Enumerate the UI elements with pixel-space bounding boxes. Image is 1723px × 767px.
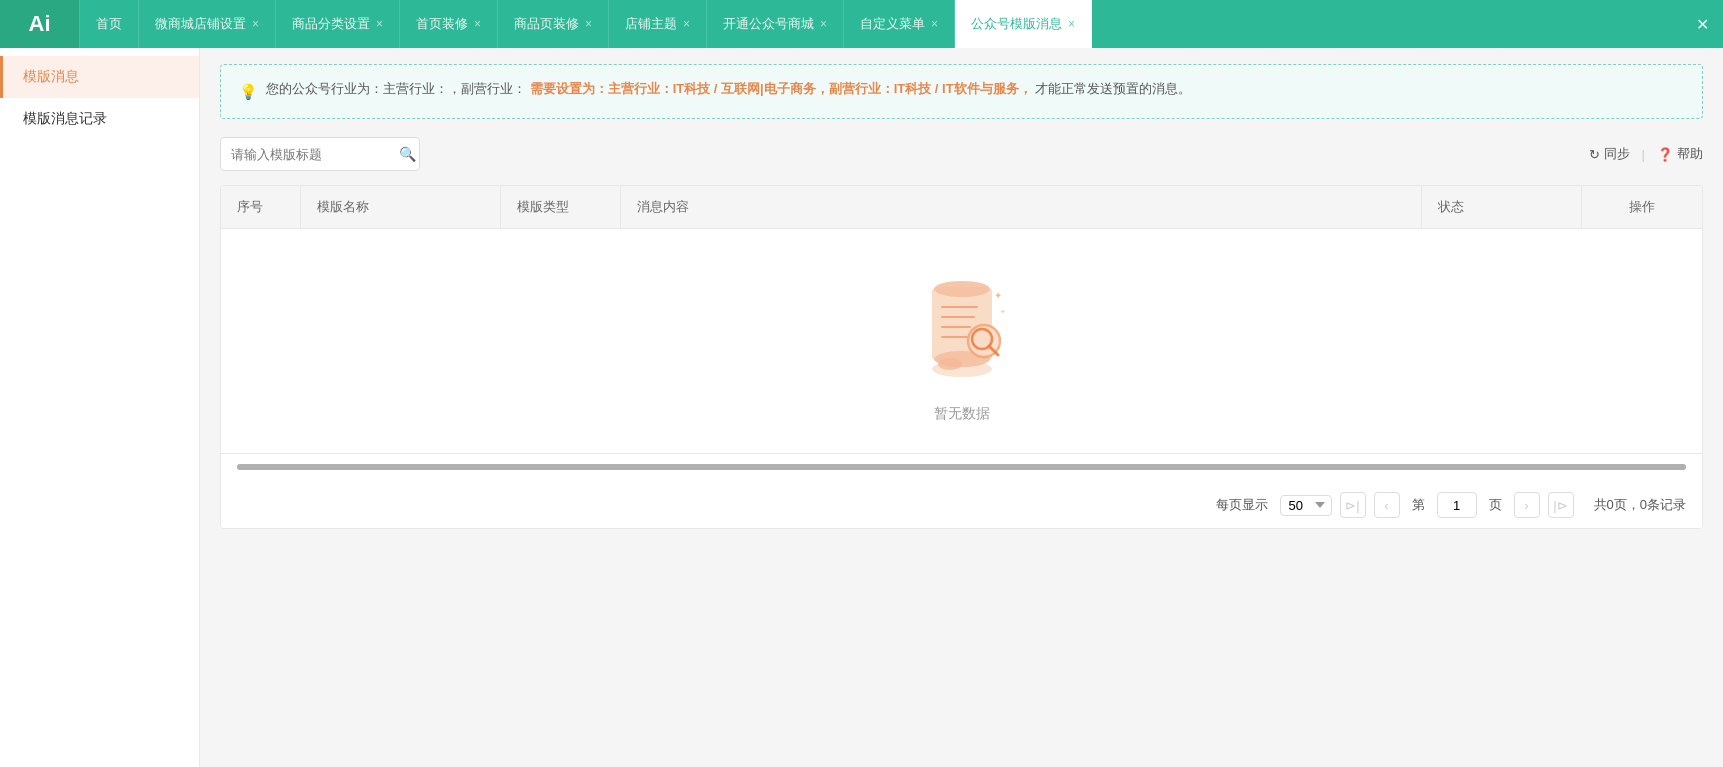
nav-tab-open-mall[interactable]: 开通公众号商城× <box>707 0 844 48</box>
search-input[interactable] <box>231 147 399 162</box>
toolbar: 🔍 ↻ 同步 | ❓ 帮助 <box>220 137 1703 171</box>
svg-point-10 <box>938 358 962 370</box>
svg-text:✦: ✦ <box>1000 308 1006 315</box>
nav-tab-shop-theme[interactable]: 店铺主题× <box>609 0 707 48</box>
notice-text: 您的公众号行业为：主营行业：，副营行业： 需要设置为：主营行业：IT科技 / 互… <box>266 79 1191 100</box>
bulb-icon: 💡 <box>239 80 258 104</box>
close-tab-shop-theme[interactable]: × <box>683 17 690 31</box>
nav-tab-home-decoration[interactable]: 首页装修× <box>400 0 498 48</box>
help-label: 帮助 <box>1677 145 1703 163</box>
data-table: 序号 模版名称 模版类型 消息内容 状态 操作 <box>220 185 1703 529</box>
sync-label: 同步 <box>1604 145 1630 163</box>
nav-tab-product-decoration[interactable]: 商品页装修× <box>498 0 609 48</box>
scrollbar-area <box>221 453 1702 484</box>
col-content: 消息内容 <box>621 186 1422 228</box>
close-tab-category-setting[interactable]: × <box>376 17 383 31</box>
close-tab-shop-setting[interactable]: × <box>252 17 259 31</box>
page-input[interactable] <box>1437 492 1477 518</box>
nav-tab-home[interactable]: 首页 <box>80 0 139 48</box>
col-status: 状态 <box>1422 186 1582 228</box>
close-tab-open-mall[interactable]: × <box>820 17 827 31</box>
sidebar-item-template-msg[interactable]: 模版消息 <box>0 56 199 98</box>
toolbar-divider: | <box>1642 147 1645 162</box>
first-page-button[interactable]: ⊳| <box>1340 492 1366 518</box>
page-di-label: 第 <box>1412 496 1425 514</box>
table-header: 序号 模版名称 模版类型 消息内容 状态 操作 <box>221 186 1702 229</box>
svg-point-1 <box>934 281 990 297</box>
help-button[interactable]: ❓ 帮助 <box>1657 145 1703 163</box>
scroll-track[interactable] <box>237 464 1686 470</box>
col-name: 模版名称 <box>301 186 501 228</box>
sync-button[interactable]: ↻ 同步 <box>1589 145 1630 163</box>
close-tab-template-msg[interactable]: × <box>1068 17 1075 31</box>
close-tab-home-decoration[interactable]: × <box>474 17 481 31</box>
page-size-select[interactable]: 50 10 20 100 <box>1280 495 1332 516</box>
last-page-button[interactable]: |⊳ <box>1548 492 1574 518</box>
close-tab-custom-menu[interactable]: × <box>931 17 938 31</box>
search-box: 🔍 <box>220 137 420 171</box>
help-icon: ❓ <box>1657 147 1673 162</box>
app-logo: Ai <box>0 0 80 48</box>
search-icon[interactable]: 🔍 <box>399 146 416 162</box>
nav-tab-custom-menu[interactable]: 自定义菜单× <box>844 0 955 48</box>
prev-page-button[interactable]: ‹ <box>1374 492 1400 518</box>
col-type: 模版类型 <box>501 186 621 228</box>
col-action: 操作 <box>1582 186 1702 228</box>
main-layout: 模版消息模版消息记录 💡 您的公众号行业为：主营行业：，副营行业： 需要设置为：… <box>0 48 1723 767</box>
notice-highlight: 需要设置为：主营行业：IT科技 / 互联网|电子商务，副营行业：IT科技 / I… <box>530 81 1032 96</box>
nav-tabs: 首页微商城店铺设置×商品分类设置×首页装修×商品页装修×店铺主题×开通公众号商城… <box>80 0 1682 48</box>
notice-box: 💡 您的公众号行业为：主营行业：，副营行业： 需要设置为：主营行业：IT科技 /… <box>220 64 1703 119</box>
close-tab-product-decoration[interactable]: × <box>585 17 592 31</box>
empty-text: 暂无数据 <box>934 405 990 423</box>
page-size-label: 每页显示 <box>1216 496 1268 514</box>
nav-tab-template-msg[interactable]: 公众号模版消息× <box>955 0 1092 48</box>
close-all-button[interactable]: ✕ <box>1682 15 1723 34</box>
sidebar: 模版消息模版消息记录 <box>0 48 200 767</box>
top-nav: Ai 首页微商城店铺设置×商品分类设置×首页装修×商品页装修×店铺主题×开通公众… <box>0 0 1723 48</box>
col-seq: 序号 <box>221 186 301 228</box>
total-info: 共0页，0条记录 <box>1594 496 1686 514</box>
toolbar-right: ↻ 同步 | ❓ 帮助 <box>1589 145 1703 163</box>
nav-tab-shop-setting[interactable]: 微商城店铺设置× <box>139 0 276 48</box>
empty-illustration: ✦ ✦ <box>902 269 1022 389</box>
empty-state: ✦ ✦ 暂无数据 <box>221 229 1702 453</box>
page-unit-label: 页 <box>1489 496 1502 514</box>
content-area: 💡 您的公众号行业为：主营行业：，副营行业： 需要设置为：主营行业：IT科技 /… <box>200 48 1723 767</box>
svg-text:✦: ✦ <box>994 290 1002 301</box>
sidebar-item-template-msg-record[interactable]: 模版消息记录 <box>0 98 199 140</box>
scroll-thumb[interactable] <box>237 464 1686 470</box>
nav-tab-category-setting[interactable]: 商品分类设置× <box>276 0 400 48</box>
next-page-button[interactable]: › <box>1514 492 1540 518</box>
sync-icon: ↻ <box>1589 147 1600 162</box>
pagination: 每页显示 50 10 20 100 ⊳| ‹ 第 页 › |⊳ 共0页，0条记录 <box>221 484 1702 528</box>
